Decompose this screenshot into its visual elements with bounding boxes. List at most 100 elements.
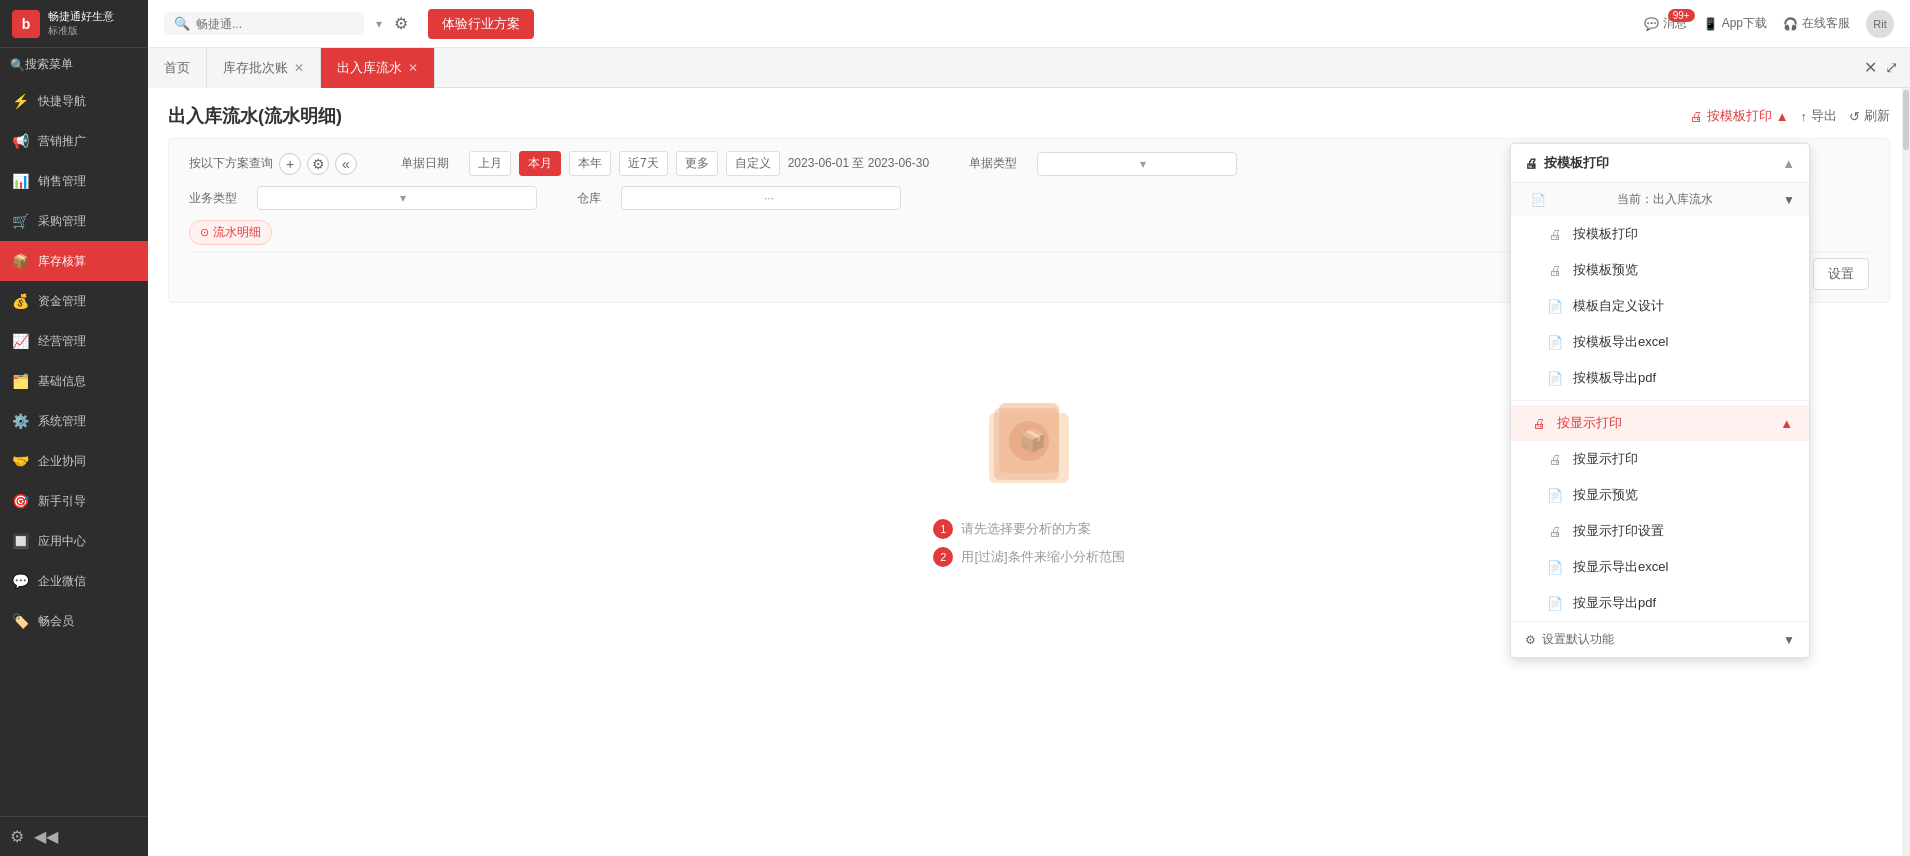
tab-flow[interactable]: 出入库流水 ✕ — [321, 48, 435, 88]
export-btn[interactable]: ↑ 导出 — [1801, 107, 1838, 125]
dropdown-display-excel[interactable]: 📄 按显示导出excel — [1511, 549, 1809, 585]
filter-tag-icon: ⊙ — [200, 226, 209, 239]
footer-chevron-icon: ▼ — [1783, 633, 1795, 647]
message-badge: 99+ — [1668, 9, 1695, 22]
scrollbar-thumb — [1903, 90, 1909, 150]
svg-text:📦: 📦 — [1019, 427, 1047, 454]
date-prev-month-btn[interactable]: 上月 — [469, 151, 511, 176]
user-avatar[interactable]: Rit — [1866, 10, 1894, 38]
dropdown-display-pdf[interactable]: 📄 按显示导出pdf — [1511, 585, 1809, 621]
display-print-section-label: 按显示打印 — [1557, 414, 1622, 432]
sidebar-item-marketing[interactable]: 📢 营销推广 — [0, 121, 148, 161]
topbar-gear-icon[interactable]: ⚙ — [394, 14, 408, 33]
operation-label: 经营管理 — [38, 333, 86, 350]
pdf-icon-1: 📄 — [1547, 370, 1563, 386]
filter-biz-type-select[interactable]: ▾ — [257, 186, 537, 210]
page-title: 出入库流水(流水明细) — [168, 104, 342, 128]
filter-add-btn[interactable]: + — [279, 153, 301, 175]
dropdown-collapse-btn[interactable]: ▲ — [1782, 156, 1795, 171]
step-1-text: 请先选择要分析的方案 — [961, 520, 1091, 538]
dropdown-current-item[interactable]: 📄 当前：出入库流水 ▼ — [1511, 183, 1809, 216]
warehouse-more-icon[interactable]: ··· — [764, 191, 890, 205]
tab-batch-account[interactable]: 库存批次账 ✕ — [207, 48, 321, 88]
empty-step-1: 1 请先选择要分析的方案 — [933, 519, 1124, 539]
appstore-icon: 🔲 — [10, 531, 30, 551]
filter-tag-item: ⊙ 流水明细 — [189, 220, 272, 245]
sidebar-item-operation[interactable]: 📈 经营管理 — [0, 321, 148, 361]
date-custom-btn[interactable]: 自定义 — [726, 151, 780, 176]
dropdown-display-print-section[interactable]: 🖨 按显示打印 ▲ — [1511, 405, 1809, 441]
dropdown-template-pdf[interactable]: 📄 按模板导出pdf — [1511, 360, 1809, 396]
setting-btn[interactable]: 设置 — [1813, 258, 1869, 290]
current-chevron: ▼ — [1783, 193, 1795, 207]
sidebar-item-wechat[interactable]: 💬 企业微信 — [0, 561, 148, 601]
sidebar-item-system[interactable]: ⚙️ 系统管理 — [0, 401, 148, 441]
sidebar-item-appstore[interactable]: 🔲 应用中心 — [0, 521, 148, 561]
date-current-month-btn[interactable]: 本月 — [519, 151, 561, 176]
sidebar-item-collab[interactable]: 🤝 企业协同 — [0, 441, 148, 481]
online-service-btn[interactable]: 🎧 在线客服 — [1783, 15, 1850, 32]
sidebar-item-search[interactable]: 🔍 搜索菜单 — [0, 48, 148, 81]
sidebar-item-inventory[interactable]: 📦 库存核算 — [0, 241, 148, 281]
dropdown-template-print[interactable]: 🖨 按模板打印 — [1511, 216, 1809, 252]
dropdown-display-preview[interactable]: 📄 按显示预览 — [1511, 477, 1809, 513]
filter-doc-type-label: 单据类型 — [969, 155, 1017, 172]
sidebar-item-purchase[interactable]: 🛒 采购管理 — [0, 201, 148, 241]
collapse-icon[interactable]: ◀◀ — [34, 827, 58, 846]
dropdown-footer[interactable]: ⚙ 设置默认功能 ▼ — [1511, 621, 1809, 657]
filter-collapse-btn[interactable]: « — [335, 153, 357, 175]
topbar-search-box[interactable]: 🔍 — [164, 12, 364, 35]
dropdown-template-excel[interactable]: 📄 按模板导出excel — [1511, 324, 1809, 360]
tab-flow-label: 出入库流水 — [337, 59, 402, 77]
template-print-btn[interactable]: 🖨 按模板打印 ▲ — [1690, 107, 1789, 125]
dropdown-template-custom[interactable]: 📄 模板自定义设计 — [1511, 288, 1809, 324]
headset-icon: 🎧 — [1783, 17, 1798, 31]
topbar: 🔍 ▾ ⚙ 体验行业方案 💬 消息 99+ 📱 App下载 🎧 在线客服 Rit — [148, 0, 1910, 48]
set-default-icon: ⚙ — [1525, 633, 1536, 647]
custom-icon: 📄 — [1547, 298, 1563, 314]
tab-close-all-btn[interactable]: ✕ — [1864, 58, 1877, 77]
sidebar-item-sales[interactable]: 📊 销售管理 — [0, 161, 148, 201]
sidebar-item-quick-nav[interactable]: ⚡ 快捷导航 — [0, 81, 148, 121]
dropdown-template-preview[interactable]: 🖨 按模板预览 — [1511, 252, 1809, 288]
filter-settings-btn[interactable]: ⚙ — [307, 153, 329, 175]
sidebar-item-member[interactable]: 🏷️ 畅会员 — [0, 601, 148, 641]
filter-doc-type-select[interactable]: ▾ — [1037, 152, 1237, 176]
sidebar-item-basic[interactable]: 🗂️ 基础信息 — [0, 361, 148, 401]
sidebar-item-guide[interactable]: 🎯 新手引导 — [0, 481, 148, 521]
sales-icon: 📊 — [10, 171, 30, 191]
tab-flow-close[interactable]: ✕ — [408, 61, 418, 75]
message-btn[interactable]: 💬 消息 99+ — [1644, 15, 1687, 32]
dropdown-display-print-settings[interactable]: 🖨 按显示打印设置 — [1511, 513, 1809, 549]
current-icon: 📄 — [1531, 193, 1546, 207]
date-current-year-btn[interactable]: 本年 — [569, 151, 611, 176]
excel-icon-1: 📄 — [1547, 334, 1563, 350]
finance-label: 资金管理 — [38, 293, 86, 310]
sidebar-item-finance[interactable]: 💰 资金管理 — [0, 281, 148, 321]
display-print-settings-label: 按显示打印设置 — [1573, 522, 1664, 540]
filter-warehouse-select[interactable]: ··· — [621, 186, 901, 210]
dropdown-display-print[interactable]: 🖨 按显示打印 — [1511, 441, 1809, 477]
template-preview-label: 按模板预览 — [1573, 261, 1638, 279]
sidebar-bottom: ⚙ ◀◀ — [0, 816, 148, 856]
guide-label: 新手引导 — [38, 493, 86, 510]
tab-batch-account-close[interactable]: ✕ — [294, 61, 304, 75]
scrollbar-track[interactable] — [1902, 88, 1910, 856]
date-last7-btn[interactable]: 近7天 — [619, 151, 668, 176]
dropdown-header: 🖨 按模板打印 ▲ — [1511, 144, 1809, 183]
tab-home[interactable]: 首页 — [148, 48, 207, 88]
inventory-icon: 📦 — [10, 251, 30, 271]
date-more-btn[interactable]: 更多 — [676, 151, 718, 176]
refresh-btn[interactable]: ↺ 刷新 — [1849, 107, 1890, 125]
tab-maximize-btn[interactable]: ⤢ — [1885, 58, 1898, 77]
topbar-chevron-icon[interactable]: ▾ — [376, 17, 382, 31]
page-content: 出入库流水(流水明细) 🖨 按模板打印 ▲ ↑ 导出 ↺ 刷新 — [148, 88, 1910, 856]
app-download-btn[interactable]: 📱 App下载 — [1703, 15, 1767, 32]
topbar-search-input[interactable] — [196, 17, 336, 31]
purchase-icon: 🛒 — [10, 211, 30, 231]
display-pdf-label: 按显示导出pdf — [1573, 594, 1656, 612]
settings-icon[interactable]: ⚙ — [10, 827, 24, 846]
trial-btn[interactable]: 体验行业方案 — [428, 9, 534, 39]
empty-illustration: 📦 — [969, 383, 1089, 503]
refresh-label: 刷新 — [1864, 107, 1890, 125]
